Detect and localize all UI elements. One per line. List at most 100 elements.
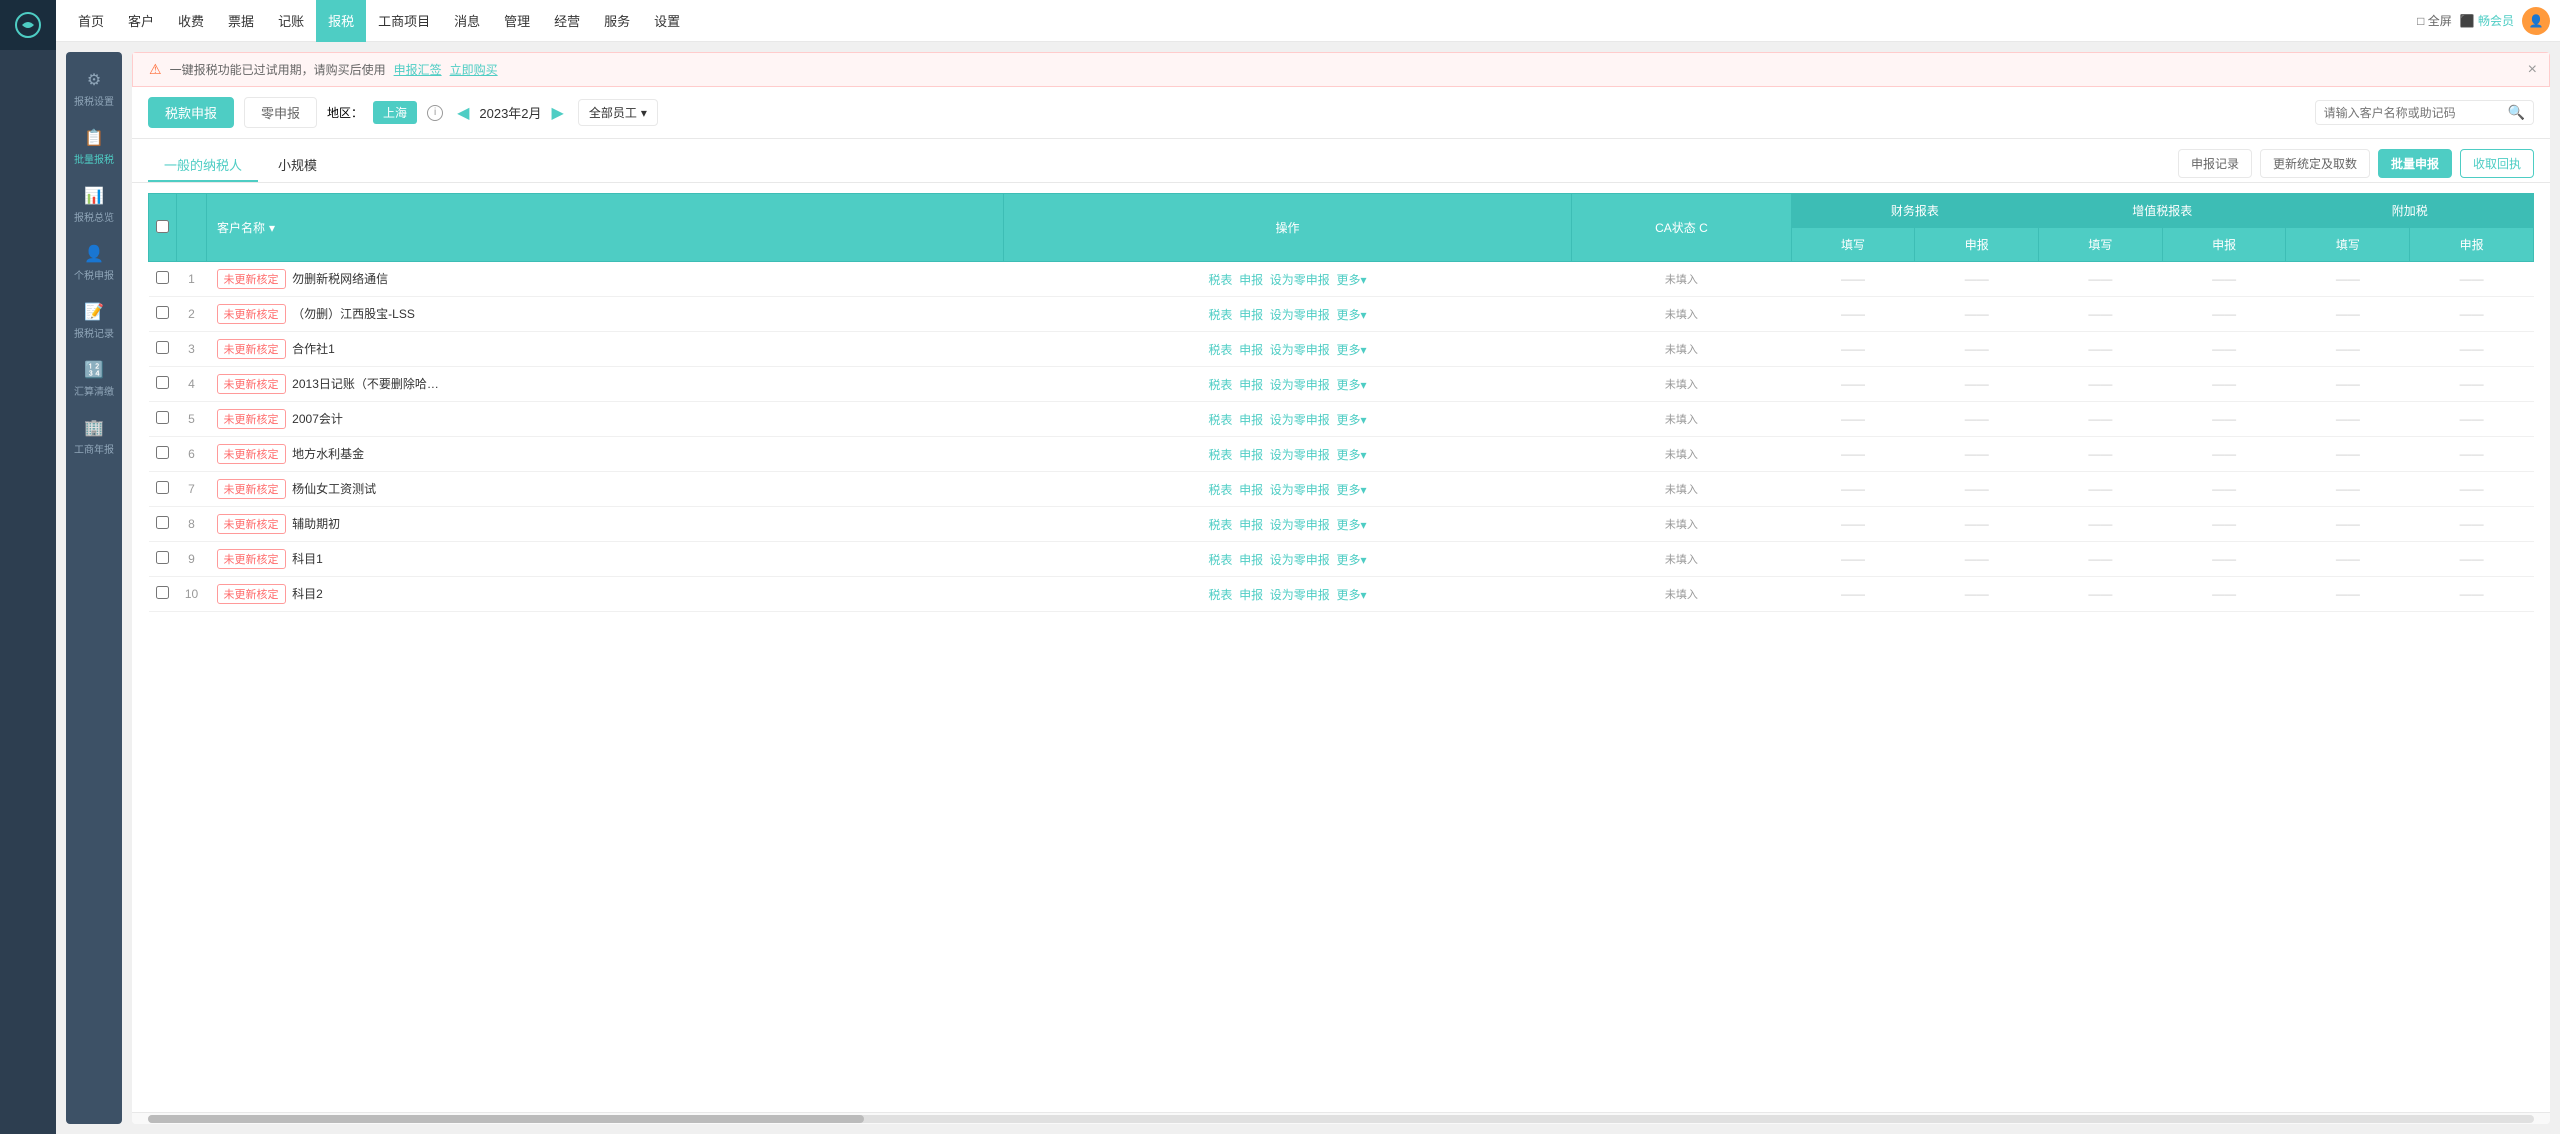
op-tax-table[interactable]: 税表: [1208, 553, 1232, 567]
row-checkbox[interactable]: [149, 367, 177, 402]
row-check-8[interactable]: [156, 551, 169, 564]
nav-accounting[interactable]: 记账: [266, 0, 316, 42]
op-zero[interactable]: 设为零申报: [1270, 308, 1330, 322]
op-zero[interactable]: 设为零申报: [1270, 518, 1330, 532]
row-checkbox[interactable]: [149, 472, 177, 507]
nav-message[interactable]: 消息: [442, 0, 492, 42]
op-zero[interactable]: 设为零申报: [1270, 588, 1330, 602]
op-tax-table[interactable]: 税表: [1208, 378, 1232, 392]
sub-sidebar-calc-clear[interactable]: 🔢 汇算清缴: [66, 350, 122, 408]
nav-operation[interactable]: 经营: [542, 0, 592, 42]
date-next-btn[interactable]: ▶: [548, 101, 568, 125]
nav-tax[interactable]: 报税: [316, 0, 366, 42]
op-tax-table[interactable]: 税表: [1208, 483, 1232, 497]
op-tax-table[interactable]: 税表: [1208, 448, 1232, 462]
nav-home[interactable]: 首页: [66, 0, 116, 42]
staff-select[interactable]: 全部员工 ▾: [578, 99, 658, 126]
op-more[interactable]: 更多▾: [1336, 273, 1366, 287]
op-zero[interactable]: 设为零申报: [1270, 343, 1330, 357]
sub-sidebar-business-report[interactable]: 🏢 工商年报: [66, 408, 122, 466]
search-input[interactable]: [2324, 106, 2504, 120]
op-submit[interactable]: 申报: [1239, 378, 1263, 392]
row-checkbox[interactable]: [149, 542, 177, 577]
name-sort-icon[interactable]: ▾: [269, 221, 275, 235]
op-more[interactable]: 更多▾: [1336, 448, 1366, 462]
op-tax-table[interactable]: 税表: [1208, 308, 1232, 322]
row-checkbox[interactable]: [149, 262, 177, 297]
batch-btn[interactable]: 批量申报: [2378, 149, 2452, 178]
op-more[interactable]: 更多▾: [1336, 588, 1366, 602]
nav-settings[interactable]: 设置: [642, 0, 692, 42]
subtab-general[interactable]: 一般的纳税人: [148, 149, 258, 182]
op-more[interactable]: 更多▾: [1336, 378, 1366, 392]
row-checkbox[interactable]: [149, 402, 177, 437]
op-tax-table[interactable]: 税表: [1208, 588, 1232, 602]
tab-tax-declaration[interactable]: 税款申报: [148, 97, 234, 128]
op-zero[interactable]: 设为零申报: [1270, 273, 1330, 287]
op-zero[interactable]: 设为零申报: [1270, 378, 1330, 392]
banner-link1[interactable]: 申报汇签: [394, 61, 442, 78]
sub-sidebar-batch-tax[interactable]: 📋 批量报税: [66, 118, 122, 176]
op-zero[interactable]: 设为零申报: [1270, 448, 1330, 462]
search-icon[interactable]: 🔍: [2508, 104, 2525, 121]
row-check-2[interactable]: [156, 341, 169, 354]
op-submit[interactable]: 申报: [1239, 483, 1263, 497]
scrollbar-track[interactable]: [148, 1115, 2534, 1123]
banner-close-btn[interactable]: ×: [2528, 61, 2537, 79]
op-zero[interactable]: 设为零申报: [1270, 553, 1330, 567]
nav-customer[interactable]: 客户: [116, 0, 166, 42]
op-submit[interactable]: 申报: [1239, 343, 1263, 357]
op-more[interactable]: 更多▾: [1336, 553, 1366, 567]
upgrade-btn[interactable]: ⬛ 畅会员: [2460, 12, 2514, 29]
op-more[interactable]: 更多▾: [1336, 483, 1366, 497]
op-submit[interactable]: 申报: [1239, 413, 1263, 427]
tab-zero-declaration[interactable]: 零申报: [244, 97, 317, 128]
op-submit[interactable]: 申报: [1239, 448, 1263, 462]
row-checkbox[interactable]: [149, 577, 177, 612]
op-more[interactable]: 更多▾: [1336, 413, 1366, 427]
location-info-icon[interactable]: i: [427, 105, 443, 121]
row-checkbox[interactable]: [149, 297, 177, 332]
records-btn[interactable]: 申报记录: [2178, 149, 2252, 178]
nav-manage[interactable]: 管理: [492, 0, 542, 42]
sub-sidebar-tax-settings[interactable]: ⚙ 报税设置: [66, 60, 122, 118]
retrieve-btn[interactable]: 收取回执: [2460, 149, 2534, 178]
row-check-4[interactable]: [156, 411, 169, 424]
op-more[interactable]: 更多▾: [1336, 518, 1366, 532]
banner-link2[interactable]: 立即购买: [450, 61, 498, 78]
row-check-1[interactable]: [156, 306, 169, 319]
op-more[interactable]: 更多▾: [1336, 343, 1366, 357]
op-tax-table[interactable]: 税表: [1208, 413, 1232, 427]
row-checkbox[interactable]: [149, 507, 177, 542]
row-check-9[interactable]: [156, 586, 169, 599]
op-more[interactable]: 更多▾: [1336, 308, 1366, 322]
row-check-7[interactable]: [156, 516, 169, 529]
update-btn[interactable]: 更新统定及取数: [2260, 149, 2370, 178]
sub-sidebar-tax-records[interactable]: 📝 报税记录: [66, 292, 122, 350]
nav-business[interactable]: 工商项目: [366, 0, 442, 42]
row-check-3[interactable]: [156, 376, 169, 389]
nav-service[interactable]: 服务: [592, 0, 642, 42]
row-checkbox[interactable]: [149, 332, 177, 367]
op-zero[interactable]: 设为零申报: [1270, 483, 1330, 497]
op-submit[interactable]: 申报: [1239, 308, 1263, 322]
select-all-checkbox[interactable]: [156, 220, 169, 233]
sub-sidebar-personal-tax[interactable]: 👤 个税申报: [66, 234, 122, 292]
sub-sidebar-tax-overview[interactable]: 📊 报税总览: [66, 176, 122, 234]
row-check-0[interactable]: [156, 271, 169, 284]
op-submit[interactable]: 申报: [1239, 273, 1263, 287]
op-submit[interactable]: 申报: [1239, 553, 1263, 567]
op-zero[interactable]: 设为零申报: [1270, 413, 1330, 427]
op-tax-table[interactable]: 税表: [1208, 518, 1232, 532]
row-check-5[interactable]: [156, 446, 169, 459]
subtab-small[interactable]: 小规模: [262, 149, 333, 182]
scrollbar-thumb[interactable]: [148, 1115, 864, 1123]
row-check-6[interactable]: [156, 481, 169, 494]
avatar[interactable]: 👤: [2522, 7, 2550, 35]
op-submit[interactable]: 申报: [1239, 518, 1263, 532]
op-tax-table[interactable]: 税表: [1208, 343, 1232, 357]
op-submit[interactable]: 申报: [1239, 588, 1263, 602]
row-checkbox[interactable]: [149, 437, 177, 472]
nav-invoice[interactable]: 票据: [216, 0, 266, 42]
fullscreen-btn[interactable]: □ 全屏: [2417, 12, 2452, 29]
